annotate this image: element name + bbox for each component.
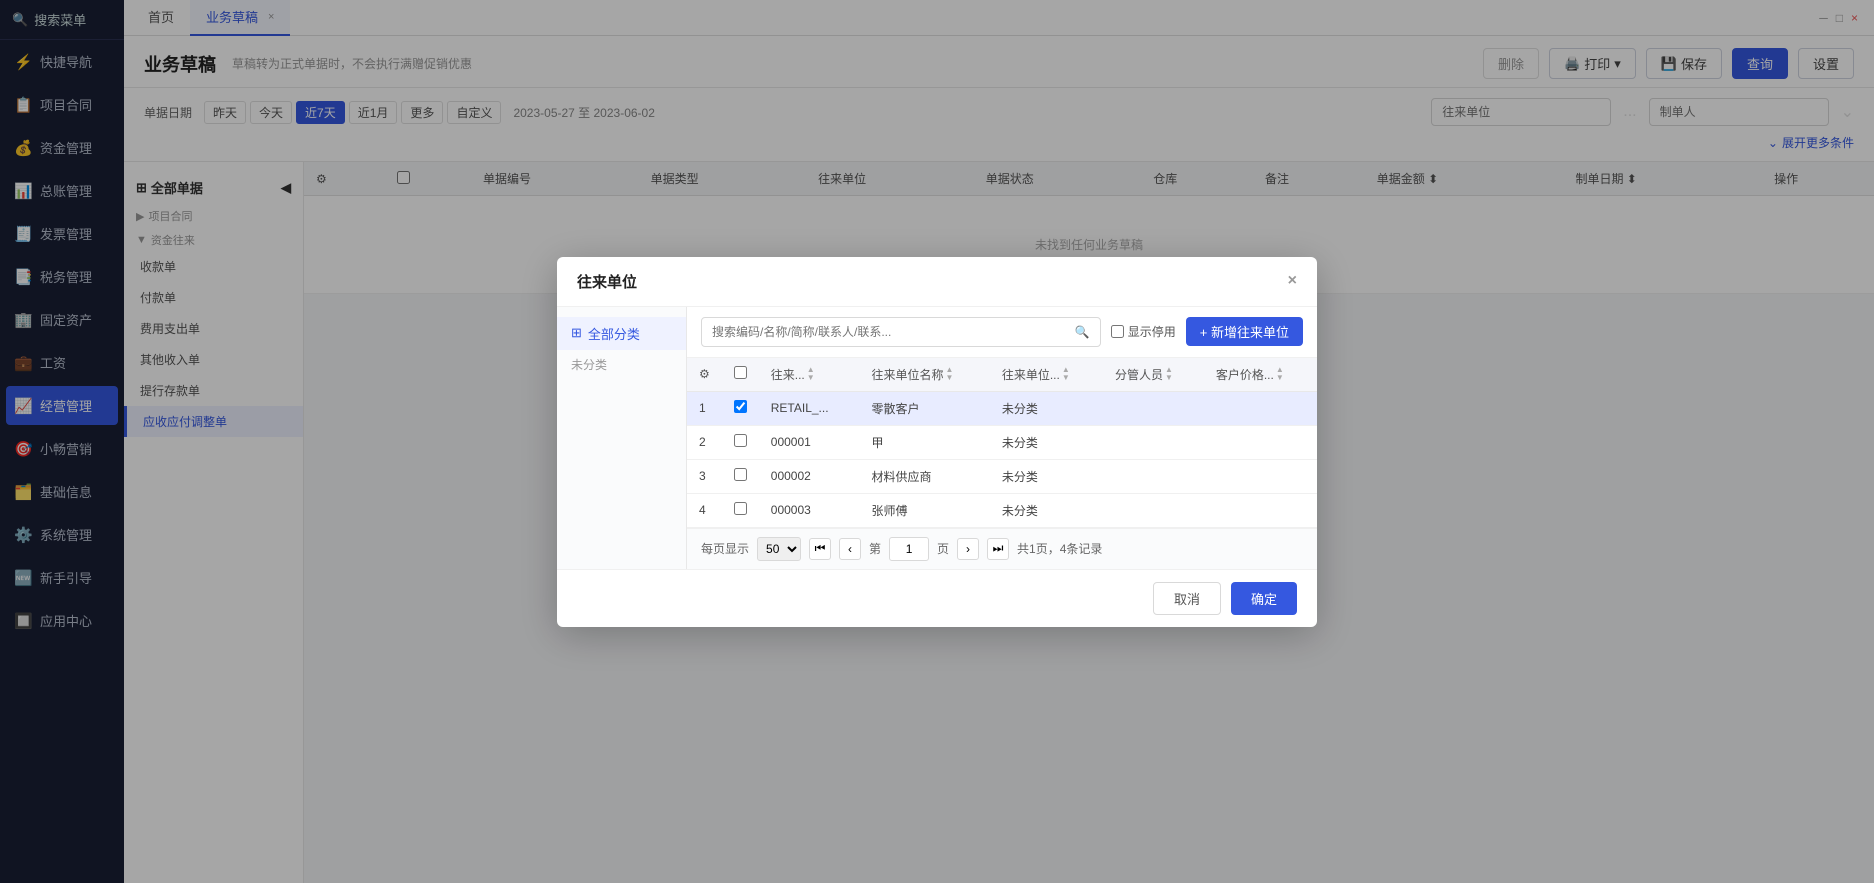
search-icon: 🔍 — [1075, 325, 1090, 339]
dialog-overlay: 往来单位 × ⊞ 全部分类 未分类 🔍 — [0, 0, 1874, 883]
first-page-button[interactable]: ⏮ — [809, 538, 831, 560]
row-checkbox[interactable] — [722, 493, 759, 527]
add-counterpart-button[interactable]: + 新增往来单位 — [1186, 317, 1303, 346]
last-page-button[interactable]: ⏭ — [987, 538, 1009, 560]
row-salesperson — [1103, 391, 1204, 425]
show-disabled-label[interactable]: 显示停用 — [1111, 323, 1176, 340]
dialog-actions: 取消 确定 — [557, 569, 1317, 627]
row-category: 未分类 — [990, 459, 1103, 493]
next-page-button[interactable]: › — [957, 538, 979, 560]
row-category: 未分类 — [990, 425, 1103, 459]
row-price — [1204, 425, 1317, 459]
row-name: 材料供应商 — [859, 459, 989, 493]
dialog-sidebar-uncategorized[interactable]: 未分类 — [557, 350, 686, 379]
dialog-table-row[interactable]: 1 RETAIL_... 零散客户 未分类 — [687, 391, 1317, 425]
dialog-table-row[interactable]: 3 000002 材料供应商 未分类 — [687, 459, 1317, 493]
dialog-toolbar: 🔍 显示停用 + 新增往来单位 — [687, 307, 1317, 358]
dialog-select-all[interactable] — [734, 366, 747, 379]
grid-icon: ⊞ — [571, 325, 582, 341]
dialog-close-button[interactable]: × — [1288, 272, 1297, 290]
dialog-table: ⚙ 往来... ▲▼ 往来单位 — [687, 358, 1317, 528]
counterpart-dialog: 往来单位 × ⊞ 全部分类 未分类 🔍 — [557, 257, 1317, 627]
dialog-col-settings[interactable]: ⚙ — [687, 358, 722, 392]
show-disabled-checkbox[interactable] — [1111, 325, 1124, 338]
row-salesperson — [1103, 459, 1204, 493]
row-code: 000003 — [759, 493, 860, 527]
dialog-sidebar-all[interactable]: ⊞ 全部分类 — [557, 317, 686, 350]
row-code: 000001 — [759, 425, 860, 459]
search-box[interactable]: 🔍 — [701, 317, 1101, 347]
dialog-content: 🔍 显示停用 + 新增往来单位 ⚙ — [687, 307, 1317, 569]
row-checkbox[interactable] — [722, 459, 759, 493]
row-settings: 2 — [687, 425, 722, 459]
row-category: 未分类 — [990, 391, 1103, 425]
confirm-button[interactable]: 确定 — [1231, 582, 1297, 615]
dialog-table-row[interactable]: 4 000003 张师傅 未分类 — [687, 493, 1317, 527]
per-page-label: 每页显示 — [701, 540, 749, 557]
row-code: 000002 — [759, 459, 860, 493]
dialog-table-wrap: ⚙ 往来... ▲▼ 往来单位 — [687, 358, 1317, 528]
row-settings: 3 — [687, 459, 722, 493]
row-code: RETAIL_... — [759, 391, 860, 425]
row-name: 零散客户 — [859, 391, 989, 425]
cancel-button[interactable]: 取消 — [1153, 582, 1221, 615]
dialog-title: 往来单位 — [577, 271, 637, 292]
dialog-sidebar: ⊞ 全部分类 未分类 — [557, 307, 687, 569]
dialog-table-row[interactable]: 2 000001 甲 未分类 — [687, 425, 1317, 459]
dialog-col-salesperson: 分管人员 ▲▼ — [1103, 358, 1204, 392]
page-label-pre: 第 — [869, 540, 881, 557]
row-salesperson — [1103, 493, 1204, 527]
dialog-header: 往来单位 × — [557, 257, 1317, 307]
row-price — [1204, 391, 1317, 425]
prev-page-button[interactable]: ‹ — [839, 538, 861, 560]
row-price — [1204, 459, 1317, 493]
row-name: 张师傅 — [859, 493, 989, 527]
per-page-select[interactable]: 50 — [757, 537, 801, 561]
dialog-col-price: 客户价格... ▲▼ — [1204, 358, 1317, 392]
row-settings: 4 — [687, 493, 722, 527]
page-number-input[interactable] — [889, 537, 929, 561]
row-category: 未分类 — [990, 493, 1103, 527]
dialog-col-category: 往来单位... ▲▼ — [990, 358, 1103, 392]
total-label: 共1页，4条记录 — [1017, 540, 1102, 557]
search-input[interactable] — [712, 325, 1069, 339]
dialog-body: ⊞ 全部分类 未分类 🔍 显示停用 — [557, 307, 1317, 569]
dialog-pagination: 每页显示 50 ⏮ ‹ 第 页 › ⏭ 共1页，4条记录 — [687, 528, 1317, 569]
row-price — [1204, 493, 1317, 527]
row-checkbox[interactable] — [722, 425, 759, 459]
row-checkbox[interactable] — [722, 391, 759, 425]
dialog-col-code: 往来... ▲▼ — [759, 358, 860, 392]
row-name: 甲 — [859, 425, 989, 459]
row-salesperson — [1103, 425, 1204, 459]
row-settings: 1 — [687, 391, 722, 425]
dialog-col-checkbox[interactable] — [722, 358, 759, 392]
page-label: 页 — [937, 540, 949, 557]
dialog-col-name: 往来单位名称 ▲▼ — [859, 358, 989, 392]
